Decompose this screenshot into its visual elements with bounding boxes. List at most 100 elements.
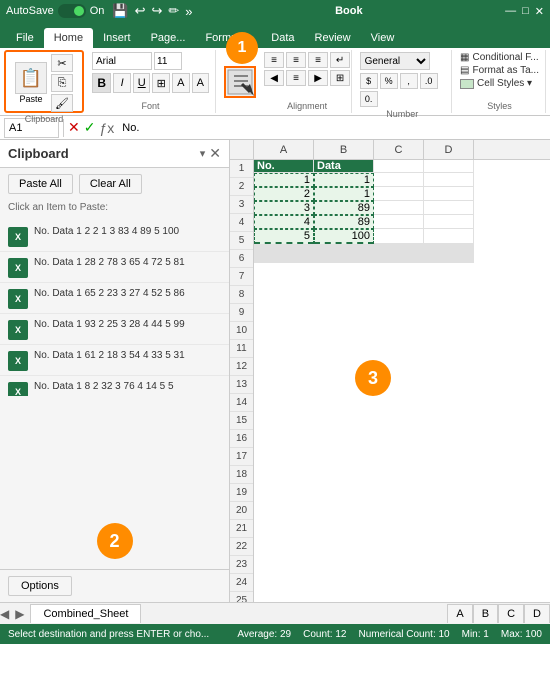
cell-c25[interactable]	[374, 262, 424, 263]
save-icon[interactable]: 💾	[112, 3, 128, 19]
minimize-icon[interactable]: —	[505, 5, 516, 17]
row-num-14[interactable]: 14	[230, 394, 253, 412]
cell-b2[interactable]: 1	[314, 173, 374, 187]
tab-view[interactable]: View	[361, 28, 405, 48]
cell-d3[interactable]	[424, 187, 474, 201]
cell-a5[interactable]: 4	[254, 215, 314, 229]
tab-data[interactable]: Data	[261, 28, 304, 48]
tab-file[interactable]: File	[6, 28, 44, 48]
cell-c3[interactable]	[374, 187, 424, 201]
col-header-a[interactable]: A	[254, 140, 314, 159]
sheet-letter-b[interactable]: B	[473, 604, 498, 623]
copy-button[interactable]: ⎘	[51, 74, 73, 92]
cell-d25[interactable]	[424, 262, 474, 263]
row-num-7[interactable]: 7	[230, 268, 253, 286]
align-right-button[interactable]: ▶	[308, 70, 328, 86]
col-header-d[interactable]: D	[424, 140, 474, 159]
increase-decimal-button[interactable]: .0	[420, 73, 438, 89]
undo-icon[interactable]: ↩	[135, 3, 146, 19]
row-num-22[interactable]: 22	[230, 538, 253, 556]
row-num-19[interactable]: 19	[230, 484, 253, 502]
cell-a4[interactable]: 3	[254, 201, 314, 215]
font-color-button[interactable]: A	[192, 73, 210, 93]
tab-page-layout[interactable]: Page...	[141, 28, 196, 48]
cell-d1[interactable]	[424, 160, 474, 173]
format-cell-button[interactable]	[224, 66, 256, 98]
row-num-2[interactable]: 2	[230, 178, 253, 196]
tab-insert[interactable]: Insert	[93, 28, 141, 48]
cell-styles-button[interactable]: Cell Styles ▾	[460, 78, 539, 89]
clear-all-button[interactable]: Clear All	[79, 174, 142, 194]
row-num-16[interactable]: 16	[230, 430, 253, 448]
sheet-letter-c[interactable]: C	[498, 604, 524, 623]
cell-a1[interactable]: No.	[254, 160, 314, 173]
cell-b5[interactable]: 89	[314, 215, 374, 229]
row-num-3[interactable]: 3	[230, 196, 253, 214]
cell-a25[interactable]	[254, 262, 314, 263]
percent-button[interactable]: %	[380, 73, 398, 89]
cell-b1[interactable]: Data	[314, 160, 374, 173]
row-num-17[interactable]: 17	[230, 448, 253, 466]
col-header-b[interactable]: B	[314, 140, 374, 159]
sheet-letter-d[interactable]: D	[524, 604, 550, 623]
cell-b4[interactable]: 89	[314, 201, 374, 215]
wrap-text-button[interactable]: ↵	[330, 52, 350, 68]
row-num-11[interactable]: 11	[230, 340, 253, 358]
row-num-12[interactable]: 12	[230, 358, 253, 376]
panel-options-icon[interactable]: ▾	[200, 147, 206, 160]
sheet-nav-prev[interactable]: ◀	[0, 607, 9, 621]
number-format-dropdown[interactable]: General Number Currency Date	[360, 52, 430, 70]
cell-d6[interactable]	[424, 229, 474, 244]
cell-b25[interactable]	[314, 262, 374, 263]
paste-button[interactable]: 📋 Paste	[15, 62, 47, 104]
row-num-24[interactable]: 24	[230, 574, 253, 592]
format-painter-button[interactable]: 🖌	[51, 94, 73, 112]
align-left-button[interactable]: ◀	[264, 70, 284, 86]
sheet-nav-next[interactable]: ▶	[15, 607, 24, 621]
clipboard-item[interactable]: X No. Data 1 93 2 25 3 28 4 44 5 99	[0, 314, 229, 345]
row-num-13[interactable]: 13	[230, 376, 253, 394]
redo-icon[interactable]: ↪	[151, 3, 162, 19]
col-header-c[interactable]: C	[374, 140, 424, 159]
formula-input[interactable]	[118, 118, 546, 138]
more-icon[interactable]: »	[185, 4, 192, 19]
autosave-toggle[interactable]	[58, 4, 86, 18]
cell-c1[interactable]	[374, 160, 424, 173]
bold-button[interactable]: B	[92, 73, 111, 93]
cancel-formula-icon[interactable]: ✕	[68, 119, 80, 136]
row-num-4[interactable]: 4	[230, 214, 253, 232]
customize-icon[interactable]: ✏	[168, 3, 179, 19]
cell-d2[interactable]	[424, 173, 474, 187]
options-button[interactable]: Options	[8, 576, 72, 596]
cell-c2[interactable]	[374, 173, 424, 187]
font-size-input[interactable]	[154, 52, 182, 70]
currency-button[interactable]: $	[360, 73, 378, 89]
confirm-formula-icon[interactable]: ✓	[84, 119, 96, 136]
cell-c5[interactable]	[374, 215, 424, 229]
align-top-button[interactable]: ≡	[264, 52, 284, 68]
tab-home[interactable]: Home	[44, 28, 93, 48]
paste-all-button[interactable]: Paste All	[8, 174, 73, 194]
row-num-9[interactable]: 9	[230, 304, 253, 322]
align-middle-button[interactable]: ≡	[286, 52, 306, 68]
cell-b6[interactable]: 100	[314, 229, 374, 244]
cell-d4[interactable]	[424, 201, 474, 215]
panel-close-button[interactable]: ✕	[209, 145, 221, 162]
clipboard-item[interactable]: X No. Data 1 2 2 1 3 83 4 89 5 100	[0, 221, 229, 252]
clipboard-item[interactable]: X No. Data 1 61 2 18 3 54 4 33 5 31	[0, 345, 229, 376]
row-num-20[interactable]: 20	[230, 502, 253, 520]
conditional-formatting-button[interactable]: ▦ Conditional F...	[460, 52, 539, 63]
cell-a2[interactable]: 1	[254, 173, 314, 187]
cell-d5[interactable]	[424, 215, 474, 229]
row-num-1[interactable]: 1	[230, 160, 253, 178]
close-icon[interactable]: ✕	[535, 5, 544, 18]
row-num-15[interactable]: 15	[230, 412, 253, 430]
align-center-button[interactable]: ≡	[286, 70, 306, 86]
cell-c4[interactable]	[374, 201, 424, 215]
sheet-letter-a[interactable]: A	[447, 604, 472, 623]
align-bottom-button[interactable]: ≡	[308, 52, 328, 68]
italic-button[interactable]: I	[113, 73, 131, 93]
sheet-tab-combined[interactable]: Combined_Sheet	[30, 604, 141, 623]
fill-color-button[interactable]: A	[172, 73, 190, 93]
row-num-5[interactable]: 5	[230, 232, 253, 250]
